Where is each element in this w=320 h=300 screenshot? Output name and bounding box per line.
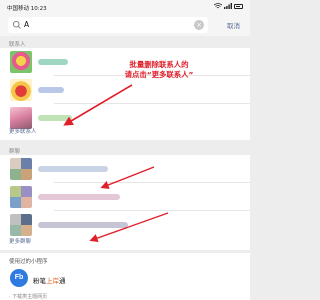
group-name-blurred <box>38 222 128 228</box>
search-input[interactable]: A × <box>8 17 208 33</box>
status-bar: 中国移动 10:23 <box>0 0 250 14</box>
contacts-section-label: 联系人 <box>9 42 26 48</box>
annotation-text: 批量删除联系人的 请点击“更多联系人” <box>104 60 214 80</box>
mini-program-section-label: 使用过的小程序 <box>9 259 48 265</box>
group-name-blurred <box>38 194 120 200</box>
fenbi-app-icon[interactable]: Fb <box>10 269 28 287</box>
avatar <box>10 107 32 129</box>
search-bar: A × 取消 <box>0 14 250 36</box>
avatar <box>10 51 32 73</box>
annotation-line-2: 请点击“更多联系人” <box>124 70 194 79</box>
group-name-blurred <box>38 166 108 172</box>
group-row[interactable] <box>0 211 250 239</box>
contact-name-blurred <box>38 115 72 121</box>
battery-icon <box>234 3 243 9</box>
mini-program-name-accent: 上岸 <box>46 277 59 285</box>
avatar <box>10 186 32 208</box>
clear-icon[interactable]: × <box>194 20 204 30</box>
annotation-line-1: 批量删除联系人的 <box>129 60 189 69</box>
contact-name-blurred <box>38 59 68 65</box>
group-row[interactable] <box>0 155 250 183</box>
carrier-time: 中国移动 10:23 <box>7 6 47 12</box>
bottom-hint: · 下载类主题网页 <box>9 294 48 300</box>
contact-row[interactable] <box>0 76 250 104</box>
status-icons <box>214 3 243 9</box>
cancel-button[interactable]: 取消 <box>227 20 240 30</box>
contact-name-blurred <box>38 87 64 93</box>
mini-program-name-suffix: 通 <box>59 277 66 285</box>
groups-card: 更多群聊 <box>0 155 250 250</box>
search-query: A <box>24 20 30 29</box>
avatar <box>10 214 32 236</box>
mini-program-name[interactable]: 粉笔上岸通 <box>33 275 66 285</box>
avatar <box>10 79 32 101</box>
wifi-icon <box>214 3 222 9</box>
avatar <box>10 158 32 180</box>
signal-icon <box>224 3 232 9</box>
more-contacts-link[interactable]: 更多联系人 <box>9 127 37 135</box>
more-groups-link[interactable]: 更多群聊 <box>9 237 31 245</box>
contact-row[interactable] <box>0 104 250 132</box>
group-row[interactable] <box>0 183 250 211</box>
mini-program-name-prefix: 粉笔 <box>33 277 46 285</box>
groups-section-label: 群聊 <box>9 149 21 155</box>
search-icon <box>12 20 21 29</box>
